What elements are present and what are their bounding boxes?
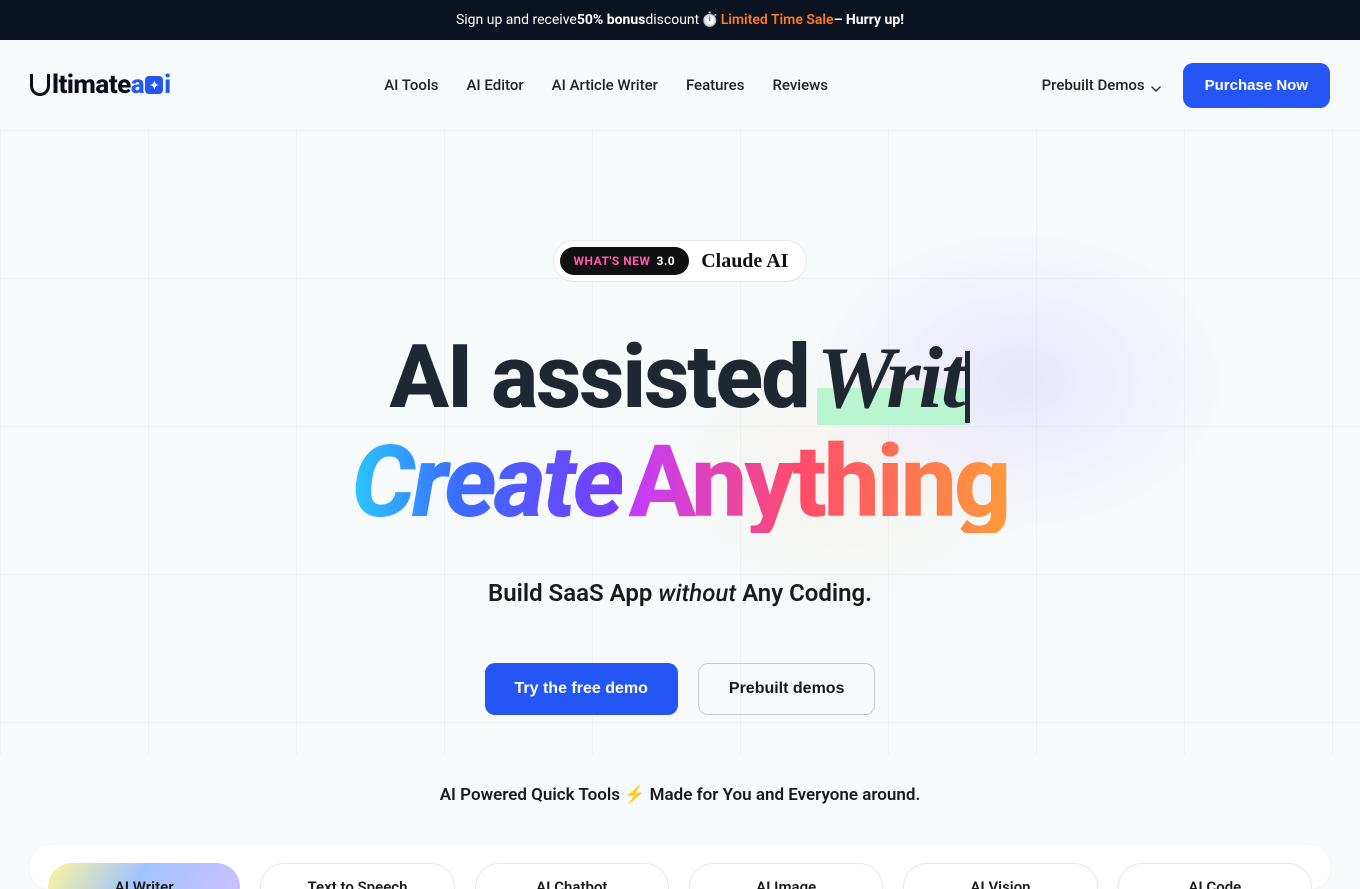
- hero-create-word: Create: [352, 433, 623, 533]
- tools-section: AI Powered Quick Tools ⚡ Made for You an…: [0, 755, 1360, 889]
- logo-ai: a ✦ i: [131, 70, 171, 100]
- hero-sub-post: Any Coding.: [736, 579, 872, 607]
- hero-subtitle: Build SaaS App without Any Coding.: [20, 579, 1340, 607]
- badge-version: 3.0: [656, 254, 675, 268]
- badge-product-label: Claude AI: [701, 250, 788, 273]
- chevron-down-icon: [1151, 80, 1161, 90]
- logo[interactable]: ltimate a ✦ i: [30, 70, 171, 100]
- hero-gradient-title: Create Anything: [20, 433, 1340, 533]
- hero-title-static: AI assisted: [390, 332, 809, 424]
- tool-tab-text-to-speech[interactable]: Text to Speech: [260, 863, 454, 889]
- announce-text-pre: Sign up and receive: [456, 12, 577, 28]
- try-free-demo-button[interactable]: Try the free demo: [485, 663, 678, 715]
- nav-ai-tools[interactable]: AI Tools: [384, 76, 438, 94]
- nav-ai-article-writer[interactable]: AI Article Writer: [552, 76, 658, 94]
- hero-anything-word: Anything: [628, 433, 1008, 533]
- tools-heading: AI Powered Quick Tools ⚡ Made for You an…: [30, 785, 1330, 805]
- clock-icon: ⏱️: [701, 12, 718, 28]
- nav-features[interactable]: Features: [686, 76, 744, 94]
- tool-tab-ai-chatbot[interactable]: AI Chatbot: [475, 863, 669, 889]
- logo-ai-a: a: [131, 70, 144, 100]
- announcement-bar[interactable]: Sign up and receive 50% bonus discount ⏱…: [0, 0, 1360, 40]
- prebuilt-demos-button[interactable]: Prebuilt demos: [698, 663, 876, 715]
- hero-sub-em: without: [658, 579, 736, 607]
- header-actions: Prebuilt Demos Purchase Now: [1042, 63, 1330, 108]
- typing-cursor-icon: [965, 351, 970, 423]
- nav-reviews[interactable]: Reviews: [772, 76, 828, 94]
- hero-section: WHAT'S NEW 3.0 Claude AI AI assisted Wri…: [0, 130, 1360, 755]
- tool-tab-ai-image[interactable]: AI Image: [689, 863, 883, 889]
- hero-title-typed-text: Writ: [817, 330, 964, 427]
- hero-title: AI assisted Writ: [20, 332, 1340, 425]
- announce-tail: – Hurry up!: [834, 12, 904, 28]
- logo-ai-i: i: [164, 70, 171, 100]
- prebuilt-demos-label: Prebuilt Demos: [1042, 76, 1145, 94]
- sparkle-icon: ✦: [145, 76, 163, 94]
- prebuilt-demos-dropdown[interactable]: Prebuilt Demos: [1042, 76, 1161, 94]
- badge-whats-new-label: WHAT'S NEW: [574, 254, 651, 268]
- tool-tab-ai-code[interactable]: AI Code: [1118, 863, 1312, 889]
- tool-tab-ai-writer[interactable]: AI Writer: [48, 863, 240, 889]
- hero-title-typed: Writ: [817, 333, 971, 425]
- announce-text-post: discount: [645, 12, 699, 28]
- main-nav: AI Tools AI Editor AI Article Writer Fea…: [384, 76, 828, 94]
- badge-version-pill: WHAT'S NEW 3.0: [560, 247, 690, 275]
- site-header: ltimate a ✦ i AI Tools AI Editor AI Arti…: [0, 40, 1360, 130]
- announce-sale: Limited Time Sale: [721, 12, 834, 28]
- tool-tab-ai-vision[interactable]: AI Vision: [903, 863, 1097, 889]
- logo-u-icon: [30, 74, 50, 96]
- tools-tab-card: AI Writer Text to Speech AI Chatbot AI I…: [30, 845, 1330, 889]
- whats-new-badge[interactable]: WHAT'S NEW 3.0 Claude AI: [553, 240, 808, 282]
- announce-bonus: 50% bonus: [577, 12, 646, 28]
- hero-cta-group: Try the free demo Prebuilt demos: [20, 663, 1340, 715]
- purchase-now-button[interactable]: Purchase Now: [1183, 63, 1330, 108]
- nav-ai-editor[interactable]: AI Editor: [466, 76, 523, 94]
- logo-text: ltimate: [52, 70, 131, 100]
- hero-sub-pre: Build SaaS App: [488, 579, 658, 607]
